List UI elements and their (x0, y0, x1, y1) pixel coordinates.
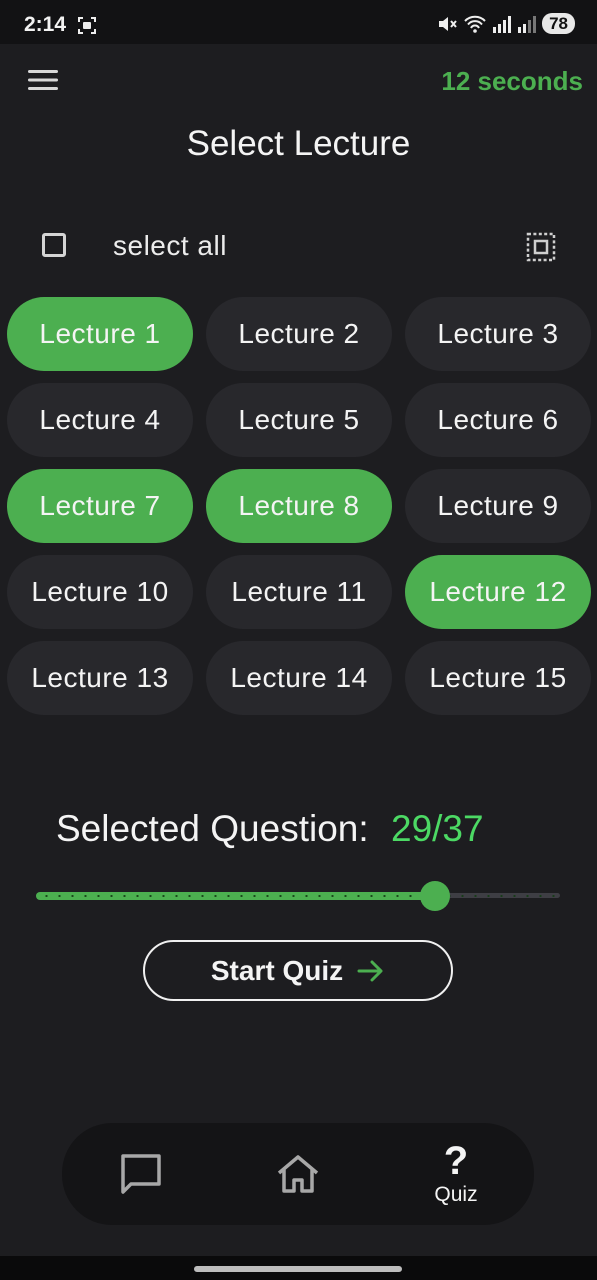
lecture-label: Lecture 1 (39, 318, 161, 349)
signal-icon-2 (518, 15, 537, 33)
timer-text: 12 seconds (441, 66, 583, 96)
start-quiz-button[interactable]: Start Quiz (143, 940, 453, 1001)
lecture-label: Lecture 14 (230, 662, 368, 693)
select-all-label: select all (113, 230, 227, 261)
bottom-nav: ? Quiz (62, 1123, 534, 1225)
mute-icon (439, 16, 457, 31)
lecture-label: Lecture 9 (437, 490, 559, 521)
question-mark-icon: ? (443, 1139, 469, 1183)
lecture-chip-10[interactable]: Lecture 10 (7, 555, 193, 629)
battery-level: 78 (542, 13, 575, 34)
lecture-label: Lecture 2 (238, 318, 360, 349)
lecture-chip-15[interactable]: Lecture 15 (405, 641, 591, 715)
lecture-chip-2[interactable]: Lecture 2 (206, 297, 392, 371)
home-indicator[interactable] (194, 1266, 402, 1272)
lecture-label: Lecture 6 (437, 404, 559, 435)
lecture-chip-1[interactable]: Lecture 1 (7, 297, 193, 371)
lecture-chip-9[interactable]: Lecture 9 (405, 469, 591, 543)
selected-question-value: 29/37 (391, 808, 484, 849)
lecture-chip-11[interactable]: Lecture 11 (206, 555, 392, 629)
question-count-slider[interactable] (36, 880, 560, 912)
nav-item-chat[interactable] (81, 1123, 201, 1225)
nav-item-quiz[interactable]: ? Quiz (396, 1123, 516, 1225)
start-quiz-label: Start Quiz (210, 954, 344, 986)
lecture-chip-3[interactable]: Lecture 3 (405, 297, 591, 371)
lecture-label: Lecture 7 (39, 490, 161, 521)
status-time: 2:14 (24, 13, 67, 36)
lecture-chip-5[interactable]: Lecture 5 (206, 383, 392, 457)
slider-tick-marks (40, 895, 556, 897)
lecture-chip-8[interactable]: Lecture 8 (206, 469, 392, 543)
home-icon (277, 1155, 319, 1193)
signal-icon (493, 15, 512, 33)
lecture-chip-12[interactable]: Lecture 12 (405, 555, 591, 629)
lecture-chip-4[interactable]: Lecture 4 (7, 383, 193, 457)
lecture-label: Lecture 15 (429, 662, 567, 693)
wifi-icon (464, 15, 486, 33)
lecture-chip-14[interactable]: Lecture 14 (206, 641, 392, 715)
select-all-icon[interactable] (526, 232, 556, 262)
selected-question-label: Selected Question: (56, 808, 369, 849)
slider-thumb[interactable] (420, 881, 450, 911)
nav-label-quiz: Quiz (434, 1183, 478, 1206)
arrow-right-icon (357, 960, 383, 981)
screenshot-icon (78, 17, 96, 34)
lecture-label: Lecture 8 (238, 490, 360, 521)
lecture-label: Lecture 10 (31, 576, 169, 607)
lecture-label: Lecture 12 (429, 576, 567, 607)
select-all-checkbox[interactable] (42, 233, 66, 257)
status-icons: 78 (436, 13, 575, 34)
lecture-label: Lecture 13 (31, 662, 169, 693)
lecture-label: Lecture 4 (39, 404, 161, 435)
chat-icon (121, 1154, 161, 1194)
lecture-chip-13[interactable]: Lecture 13 (7, 641, 193, 715)
page-title: Select Lecture (186, 124, 411, 163)
lecture-label: Lecture 3 (437, 318, 559, 349)
status-bar: 2:14 78 (0, 0, 597, 44)
lecture-chip-6[interactable]: Lecture 6 (405, 383, 591, 457)
lecture-label: Lecture 5 (238, 404, 360, 435)
nav-item-home[interactable] (238, 1123, 358, 1225)
lecture-chip-7[interactable]: Lecture 7 (7, 469, 193, 543)
lecture-label: Lecture 11 (231, 576, 367, 607)
menu-icon[interactable] (28, 68, 58, 92)
